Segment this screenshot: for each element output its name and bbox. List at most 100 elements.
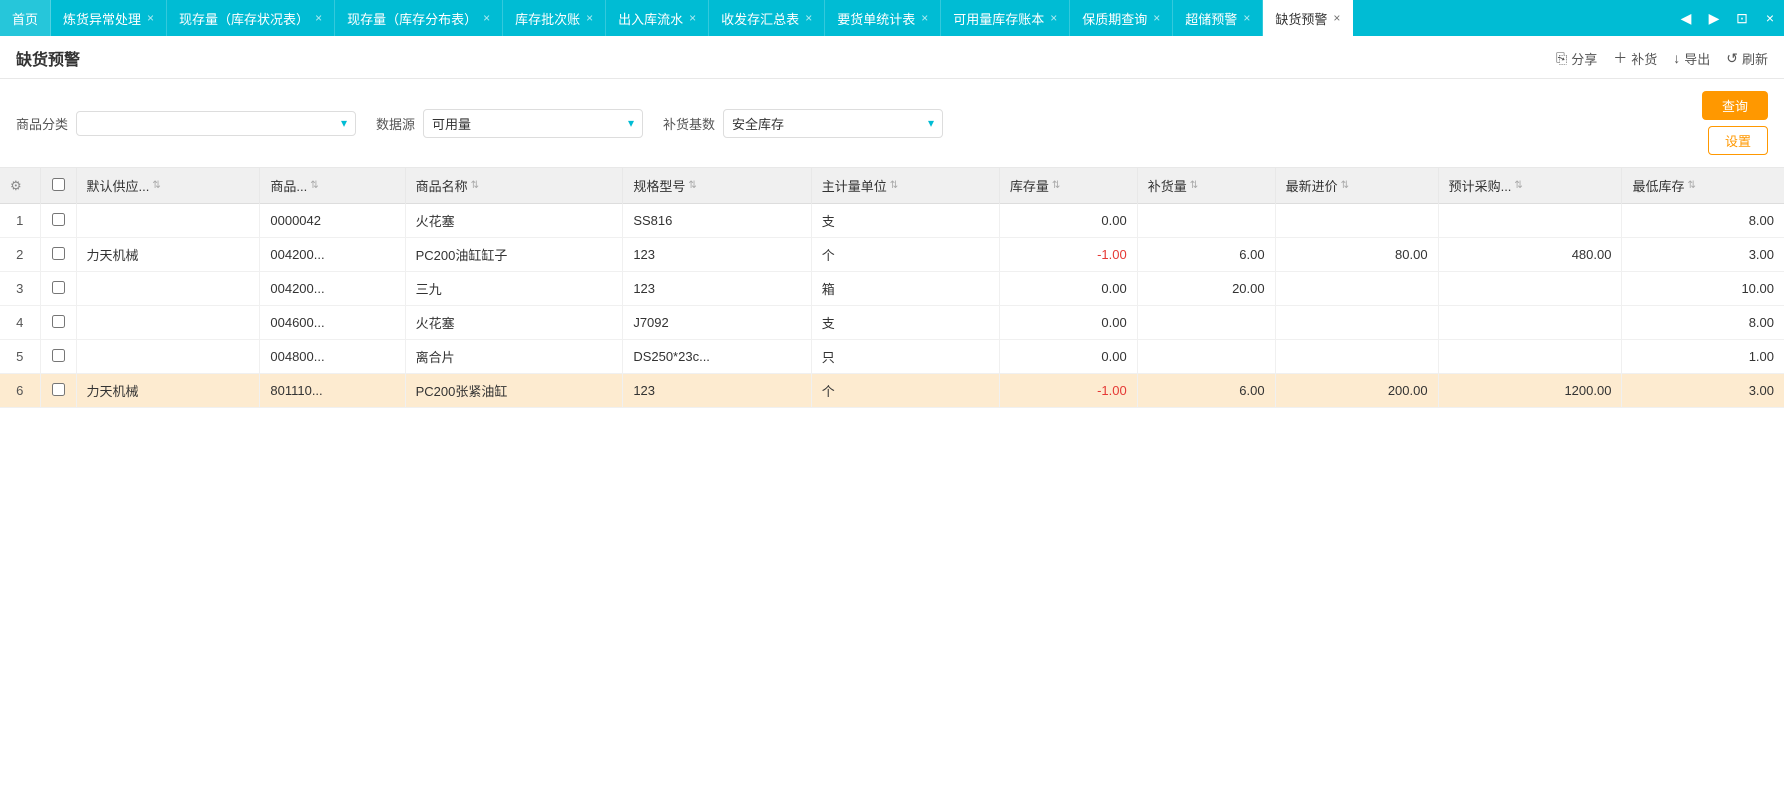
- row-checkbox-cell[interactable]: [40, 306, 76, 340]
- category-select[interactable]: ▾: [76, 111, 356, 136]
- row-min-stock: 8.00: [1622, 306, 1784, 340]
- th-product-code[interactable]: 商品... ⇅: [260, 168, 405, 204]
- row-checkbox[interactable]: [52, 383, 65, 396]
- row-checkbox[interactable]: [52, 213, 65, 226]
- row-checkbox[interactable]: [52, 349, 65, 362]
- share-icon: ⎘: [1556, 50, 1567, 67]
- refresh-icon: ↺: [1726, 50, 1738, 67]
- tab-close-btn[interactable]: ×: [689, 11, 696, 25]
- th-settings[interactable]: ⚙: [0, 168, 40, 204]
- query-button[interactable]: 查询: [1702, 91, 1768, 120]
- tab-available-ledger[interactable]: 可用量库存账本×: [941, 0, 1070, 36]
- row-replenish-qty: [1137, 340, 1275, 374]
- row-unit: 箱: [811, 272, 999, 306]
- sort-icon-unit: ⇅: [890, 180, 898, 191]
- row-spec: J7092: [623, 306, 811, 340]
- th-default-supplier[interactable]: 默认供应... ⇅: [76, 168, 260, 204]
- row-checkbox-cell[interactable]: [40, 374, 76, 408]
- settings-button[interactable]: 设置: [1708, 126, 1768, 155]
- th-latest-price[interactable]: 最新进价 ⇅: [1275, 168, 1438, 204]
- tab-close-btn[interactable]: ×: [1050, 11, 1057, 25]
- row-min-stock: 3.00: [1622, 238, 1784, 272]
- tab-inout-flow[interactable]: 出入库流水×: [606, 0, 709, 36]
- sort-icon-spec: ⇅: [688, 180, 696, 191]
- th-product-name[interactable]: 商品名称 ⇅: [405, 168, 623, 204]
- share-button[interactable]: ⎘ 分享: [1556, 49, 1597, 68]
- tab-label: 收发存汇总表: [721, 9, 799, 28]
- row-checkbox-cell[interactable]: [40, 238, 76, 272]
- tab-batch-account[interactable]: 库存批次账×: [503, 0, 606, 36]
- row-checkbox[interactable]: [52, 247, 65, 260]
- replenish-base-filter-group: 补货基数 安全库存 ▾: [663, 109, 943, 138]
- row-stock: 0.00: [999, 306, 1137, 340]
- th-replenish-qty[interactable]: 补货量 ⇅: [1137, 168, 1275, 204]
- tab-inventory-status[interactable]: 现存量（库存状况表）×: [167, 0, 335, 36]
- table-header: ⚙ 默认供应... ⇅: [0, 168, 1784, 204]
- datasource-value: 可用量: [432, 114, 471, 133]
- datasource-filter-group: 数据源 可用量 ▾: [376, 109, 643, 138]
- tab-close-btn[interactable]: ×: [805, 11, 812, 25]
- tab-expiry-query[interactable]: 保质期查询×: [1070, 0, 1173, 36]
- th-est-purchase[interactable]: 预计采购... ⇅: [1438, 168, 1622, 204]
- row-product-code: 004200...: [260, 238, 405, 272]
- th-spec[interactable]: 规格型号 ⇅: [623, 168, 811, 204]
- row-checkbox-cell[interactable]: [40, 272, 76, 306]
- settings-gear-icon[interactable]: ⚙: [10, 178, 22, 193]
- th-stock[interactable]: 库存量 ⇅: [999, 168, 1137, 204]
- window-restore-btn[interactable]: ⊡: [1728, 0, 1756, 36]
- tab-inventory-dist[interactable]: 现存量（库存分布表）×: [335, 0, 503, 36]
- row-stock: 0.00: [999, 340, 1137, 374]
- refresh-button[interactable]: ↺ 刷新: [1726, 49, 1768, 68]
- tab-label: 首页: [12, 9, 38, 28]
- replenish-button[interactable]: ＋ 补货: [1613, 48, 1657, 68]
- tab-close-btn[interactable]: ×: [1333, 11, 1340, 25]
- tab-close-btn[interactable]: ×: [921, 11, 928, 25]
- replenish-base-chevron-icon: ▾: [928, 116, 934, 130]
- tab-collect-summary[interactable]: 收发存汇总表 ×: [709, 0, 825, 36]
- export-button[interactable]: ↓ 导出: [1673, 49, 1710, 68]
- row-checkbox-cell[interactable]: [40, 204, 76, 238]
- row-spec: DS250*23c...: [623, 340, 811, 374]
- row-index: 3: [0, 272, 40, 306]
- tab-close-btn[interactable]: ×: [1153, 11, 1160, 25]
- datasource-select[interactable]: 可用量 ▾: [423, 109, 643, 138]
- tab-requisition-stat[interactable]: 要货单统计表×: [825, 0, 941, 36]
- tab-close-btn[interactable]: ×: [1243, 11, 1250, 25]
- tab-close-btn[interactable]: ×: [586, 11, 593, 25]
- row-product-name: 三九: [405, 272, 623, 306]
- row-product-name: PC200油缸缸子: [405, 238, 623, 272]
- tab-shortage-warning[interactable]: 缺货预警×: [1263, 0, 1353, 36]
- row-latest-price: [1275, 272, 1438, 306]
- tab-bar: 首页炼货异常处理×现存量（库存状况表）×现存量（库存分布表）×库存批次账×出入库…: [0, 0, 1784, 36]
- tab-close-btn[interactable]: ×: [315, 11, 322, 25]
- window-close-btn[interactable]: ×: [1756, 0, 1784, 36]
- th-min-stock[interactable]: 最低库存 ⇅: [1622, 168, 1784, 204]
- row-est-purchase: 480.00: [1438, 238, 1622, 272]
- row-est-purchase: 1200.00: [1438, 374, 1622, 408]
- row-min-stock: 1.00: [1622, 340, 1784, 374]
- category-filter-group: 商品分类 ▾: [16, 111, 356, 136]
- row-latest-price: [1275, 306, 1438, 340]
- th-unit[interactable]: 主计量单位 ⇅: [811, 168, 999, 204]
- tab-next-btn[interactable]: ▶: [1700, 0, 1728, 36]
- row-checkbox-cell[interactable]: [40, 340, 76, 374]
- tab-label: 炼货异常处理: [63, 9, 141, 28]
- tab-overstock-warning[interactable]: 超储预警×: [1173, 0, 1263, 36]
- tab-prev-btn[interactable]: ◀: [1672, 0, 1700, 36]
- replenish-base-select[interactable]: 安全库存 ▾: [723, 109, 943, 138]
- row-checkbox[interactable]: [52, 315, 65, 328]
- select-all-checkbox[interactable]: [52, 178, 65, 191]
- row-index: 2: [0, 238, 40, 272]
- tab-exception[interactable]: 炼货异常处理 ×: [51, 0, 167, 36]
- row-latest-price: [1275, 204, 1438, 238]
- table-row: 5 004800... 离合片 DS250*23c... 只 0.00 1.00: [0, 340, 1784, 374]
- row-unit: 个: [811, 374, 999, 408]
- tab-close-btn[interactable]: ×: [147, 11, 154, 25]
- row-checkbox[interactable]: [52, 281, 65, 294]
- replenish-base-value: 安全库存: [732, 114, 784, 133]
- row-supplier: [76, 204, 260, 238]
- row-product-code: 801110...: [260, 374, 405, 408]
- tab-home[interactable]: 首页: [0, 0, 51, 36]
- replenish-icon: ＋: [1613, 48, 1627, 68]
- tab-close-btn[interactable]: ×: [483, 11, 490, 25]
